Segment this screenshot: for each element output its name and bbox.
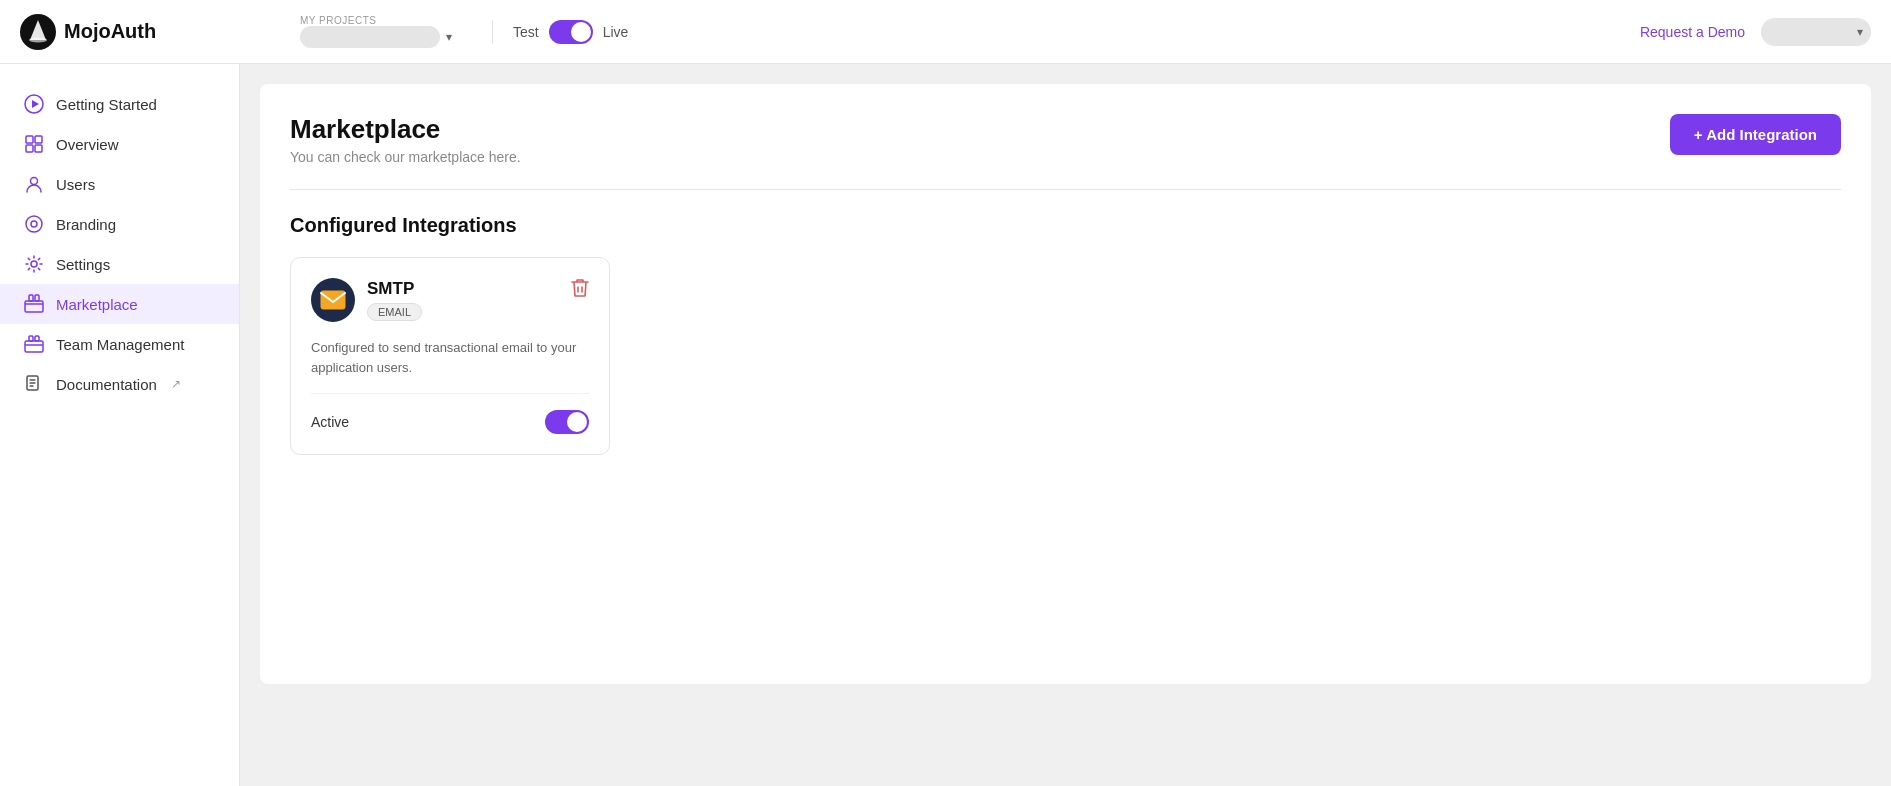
sidebar-label-team-management: Team Management: [56, 336, 184, 353]
docs-icon: [24, 374, 44, 394]
integration-card-smtp: SMTP EMAIL Configured to send transactio…: [290, 257, 610, 455]
main-content-card: Marketplace You can check our marketplac…: [260, 84, 1871, 684]
team-icon: [24, 334, 44, 354]
app-header: MojoAuth MY PROJECTS ▾ Test Live Request…: [0, 0, 1891, 64]
sidebar-label-branding: Branding: [56, 216, 116, 233]
branding-icon: [24, 214, 44, 234]
add-integration-button[interactable]: + Add Integration: [1670, 114, 1841, 155]
svg-point-8: [31, 178, 38, 185]
chevron-down-icon: ▾: [446, 30, 452, 44]
sidebar-label-documentation: Documentation: [56, 376, 157, 393]
users-icon: [24, 174, 44, 194]
section-title: Configured Integrations: [290, 214, 1841, 237]
configured-integrations-section: Configured Integrations: [290, 214, 1841, 455]
sidebar-item-settings[interactable]: Settings: [0, 244, 239, 284]
sidebar: Getting Started Overview Users Bran: [0, 64, 240, 786]
project-dropdown[interactable]: ▾: [300, 26, 452, 48]
svg-rect-13: [29, 295, 33, 301]
sidebar-item-team-management[interactable]: Team Management: [0, 324, 239, 364]
page-title: Marketplace: [290, 114, 521, 145]
sidebar-item-overview[interactable]: Overview: [0, 124, 239, 164]
delete-integration-button[interactable]: [571, 278, 589, 302]
card-icon-info: SMTP EMAIL: [311, 278, 422, 322]
toggle-active-thumb: [567, 412, 587, 432]
svg-rect-12: [25, 301, 43, 312]
sidebar-item-marketplace[interactable]: Marketplace: [0, 284, 239, 324]
live-label: Live: [603, 24, 629, 40]
play-icon: [24, 94, 44, 114]
test-label: Test: [513, 24, 539, 40]
sidebar-label-marketplace: Marketplace: [56, 296, 138, 313]
smtp-icon: [311, 278, 355, 322]
toggle-thumb: [571, 22, 591, 42]
svg-rect-16: [29, 336, 33, 341]
page-header: Marketplace You can check our marketplac…: [290, 114, 1841, 190]
integration-description: Configured to send transactional email t…: [311, 338, 589, 394]
sidebar-item-users[interactable]: Users: [0, 164, 239, 204]
svg-rect-14: [35, 295, 39, 301]
sidebar-label-users: Users: [56, 176, 95, 193]
svg-rect-19: [321, 291, 345, 309]
user-menu[interactable]: ▾: [1761, 18, 1871, 46]
active-label: Active: [311, 414, 349, 430]
svg-rect-15: [25, 341, 43, 352]
svg-point-1: [29, 37, 47, 42]
svg-point-9: [26, 216, 42, 232]
env-toggle-section: Test Live: [492, 20, 628, 44]
svg-marker-3: [32, 100, 39, 108]
sidebar-item-getting-started[interactable]: Getting Started: [0, 84, 239, 124]
main-content-area: Marketplace You can check our marketplac…: [240, 64, 1891, 786]
env-toggle[interactable]: [549, 20, 593, 44]
svg-rect-6: [26, 145, 33, 152]
app-layout: Getting Started Overview Users Bran: [0, 64, 1891, 786]
logo-icon: [20, 14, 56, 50]
header-right: Request a Demo ▾: [1640, 18, 1871, 46]
sidebar-item-documentation[interactable]: Documentation ↗: [0, 364, 239, 404]
project-name-pill: [300, 26, 440, 48]
active-toggle[interactable]: [545, 410, 589, 434]
integration-tag: EMAIL: [367, 303, 422, 321]
card-footer: Active: [311, 410, 589, 434]
page-title-section: Marketplace You can check our marketplac…: [290, 114, 521, 165]
svg-rect-4: [26, 136, 33, 143]
sidebar-label-overview: Overview: [56, 136, 119, 153]
user-chevron-icon: ▾: [1857, 25, 1863, 39]
external-link-icon: ↗: [171, 377, 181, 391]
sidebar-label-settings: Settings: [56, 256, 110, 273]
svg-point-10: [31, 221, 37, 227]
svg-point-11: [31, 261, 37, 267]
overview-icon: [24, 134, 44, 154]
logo: MojoAuth: [20, 14, 220, 50]
trash-icon: [571, 278, 589, 298]
projects-label: MY PROJECTS: [300, 15, 452, 26]
settings-icon: [24, 254, 44, 274]
svg-rect-7: [35, 145, 42, 152]
request-demo-link[interactable]: Request a Demo: [1640, 24, 1745, 40]
card-top: SMTP EMAIL: [311, 278, 589, 322]
page-subtitle: You can check our marketplace here.: [290, 149, 521, 165]
email-icon: [320, 290, 346, 310]
logo-text: MojoAuth: [64, 20, 156, 43]
svg-rect-5: [35, 136, 42, 143]
svg-rect-17: [35, 336, 39, 341]
sidebar-item-branding[interactable]: Branding: [0, 204, 239, 244]
marketplace-icon: [24, 294, 44, 314]
card-name-section: SMTP EMAIL: [367, 279, 422, 321]
integration-name: SMTP: [367, 279, 422, 299]
sidebar-label-getting-started: Getting Started: [56, 96, 157, 113]
project-selector: MY PROJECTS ▾: [300, 15, 452, 48]
